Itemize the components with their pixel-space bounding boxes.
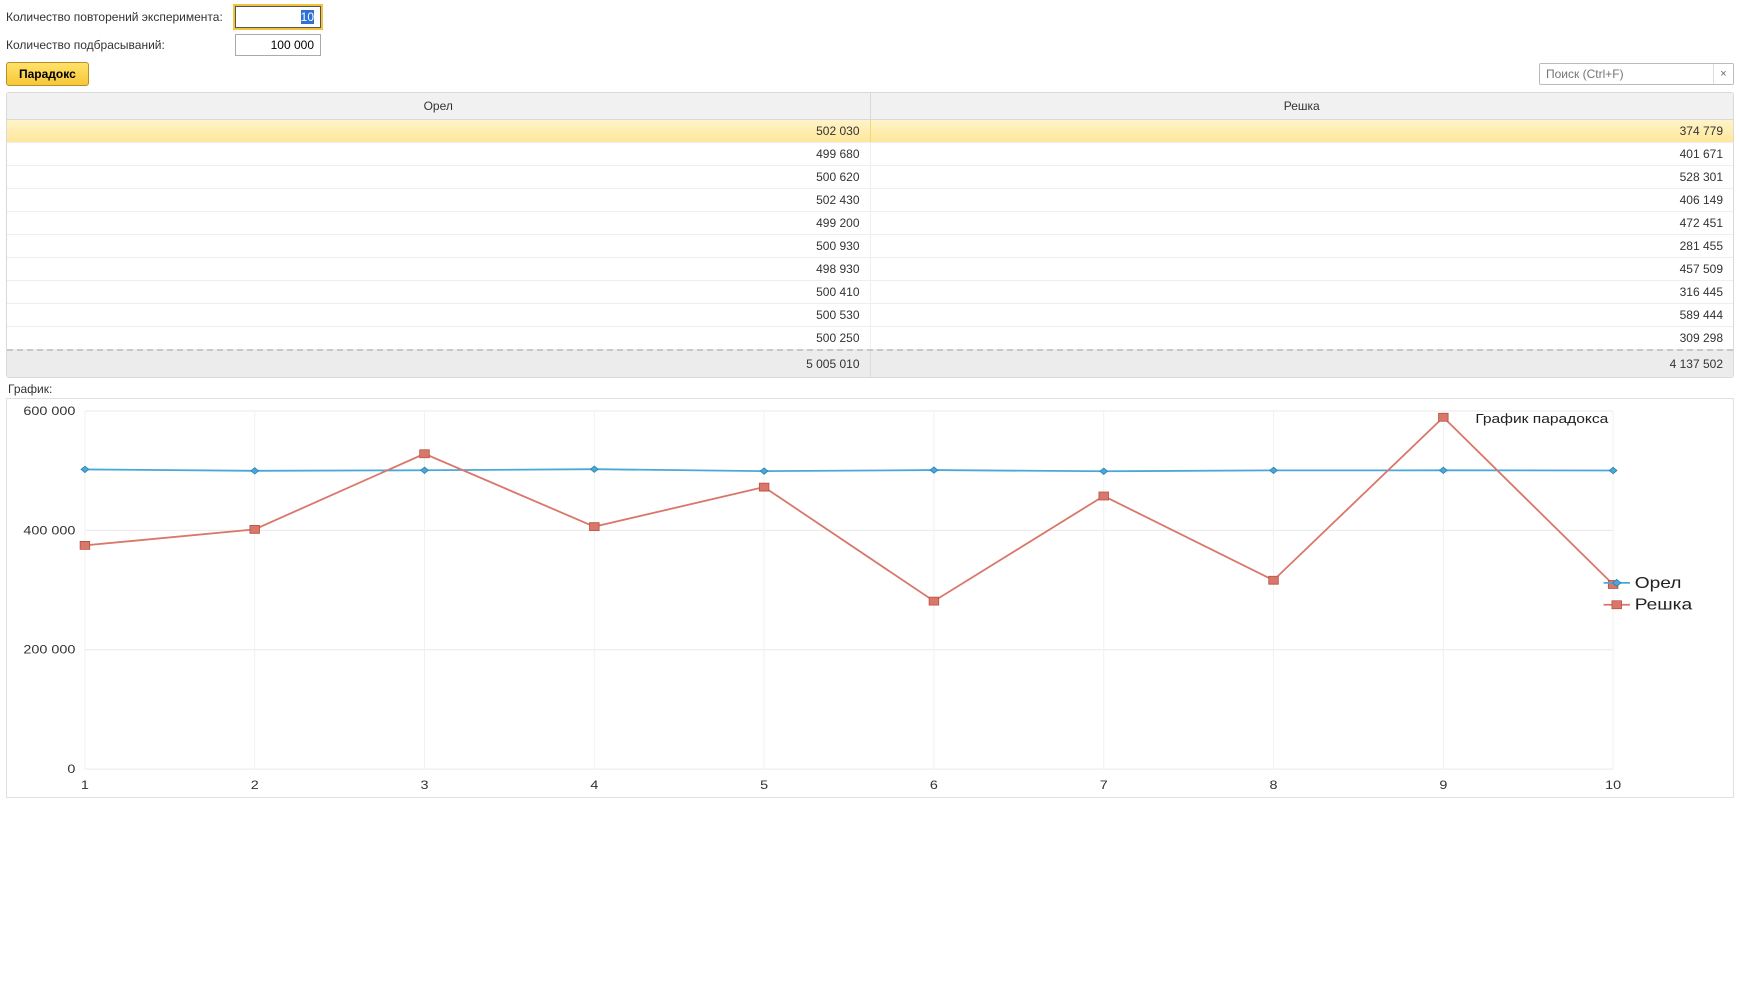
table-row[interactable]: 500 250309 298 [7,327,1733,349]
close-icon[interactable]: × [1713,64,1733,84]
cell-reshka: 528 301 [870,166,1734,188]
tosses-input[interactable] [235,34,321,56]
tosses-label: Количество подбрасываний: [6,38,231,52]
table-row[interactable]: 500 620528 301 [7,166,1733,189]
svg-text:6: 6 [930,778,938,792]
cell-reshka: 309 298 [870,327,1734,349]
cell-orel: 498 930 [7,258,870,280]
table-row[interactable]: 498 930457 509 [7,258,1733,281]
cell-orel: 500 620 [7,166,870,188]
total-reshka: 4 137 502 [870,351,1734,377]
cell-reshka: 316 445 [870,281,1734,303]
svg-text:2: 2 [251,778,259,792]
svg-text:0: 0 [67,762,75,776]
repeats-input[interactable] [235,6,321,28]
table-row[interactable]: 502 430406 149 [7,189,1733,212]
table-row[interactable]: 500 930281 455 [7,235,1733,258]
svg-text:9: 9 [1439,778,1447,792]
svg-text:3: 3 [421,778,429,792]
cell-orel: 502 430 [7,189,870,211]
svg-text:600 000: 600 000 [23,404,75,418]
svg-text:График парадокса: График парадокса [1475,412,1608,426]
column-header-orel[interactable]: Орел [7,93,870,119]
toolbar: Парадокс × [6,62,1734,86]
form-row-repeats: Количество повторений эксперимента: [6,6,1734,28]
search-input[interactable] [1539,63,1734,85]
svg-text:Орел: Орел [1635,573,1682,591]
cell-orel: 500 530 [7,304,870,326]
cell-orel: 500 250 [7,327,870,349]
table-row[interactable]: 499 680401 671 [7,143,1733,166]
chart-label: График: [8,382,1734,396]
cell-reshka: 374 779 [870,120,1734,142]
results-grid: Орел Решка 502 030374 779499 680401 6715… [6,92,1734,378]
svg-text:5: 5 [760,778,768,792]
table-row[interactable]: 502 030374 779 [7,120,1733,143]
table-row[interactable]: 500 410316 445 [7,281,1733,304]
cell-reshka: 457 509 [870,258,1734,280]
table-row[interactable]: 499 200472 451 [7,212,1733,235]
svg-text:200 000: 200 000 [23,643,75,657]
paradox-chart: 0 200 000 400 000 600 000 1 2 3 4 5 6 7 8 9 10 График … [6,398,1734,798]
search-box: × [1539,63,1734,85]
cell-reshka: 401 671 [870,143,1734,165]
column-header-reshka[interactable]: Решка [870,93,1734,119]
form-row-tosses: Количество подбрасываний: [6,34,1734,56]
svg-text:4: 4 [590,778,598,792]
cell-orel: 500 930 [7,235,870,257]
paradox-button[interactable]: Парадокс [6,62,89,86]
svg-text:7: 7 [1100,778,1108,792]
svg-text:400 000: 400 000 [23,523,75,537]
cell-orel: 502 030 [7,120,870,142]
repeats-label: Количество повторений эксперимента: [6,10,231,24]
cell-orel: 499 680 [7,143,870,165]
cell-reshka: 472 451 [870,212,1734,234]
cell-reshka: 589 444 [870,304,1734,326]
table-row[interactable]: 500 530589 444 [7,304,1733,327]
svg-text:8: 8 [1270,778,1278,792]
svg-text:1: 1 [81,778,89,792]
cell-orel: 499 200 [7,212,870,234]
total-orel: 5 005 010 [7,351,870,377]
cell-orel: 500 410 [7,281,870,303]
grid-header: Орел Решка [7,93,1733,120]
svg-text:Решка: Решка [1635,595,1693,613]
grid-footer: 5 005 010 4 137 502 [7,349,1733,377]
cell-reshka: 406 149 [870,189,1734,211]
cell-reshka: 281 455 [870,235,1734,257]
svg-text:10: 10 [1605,778,1621,792]
